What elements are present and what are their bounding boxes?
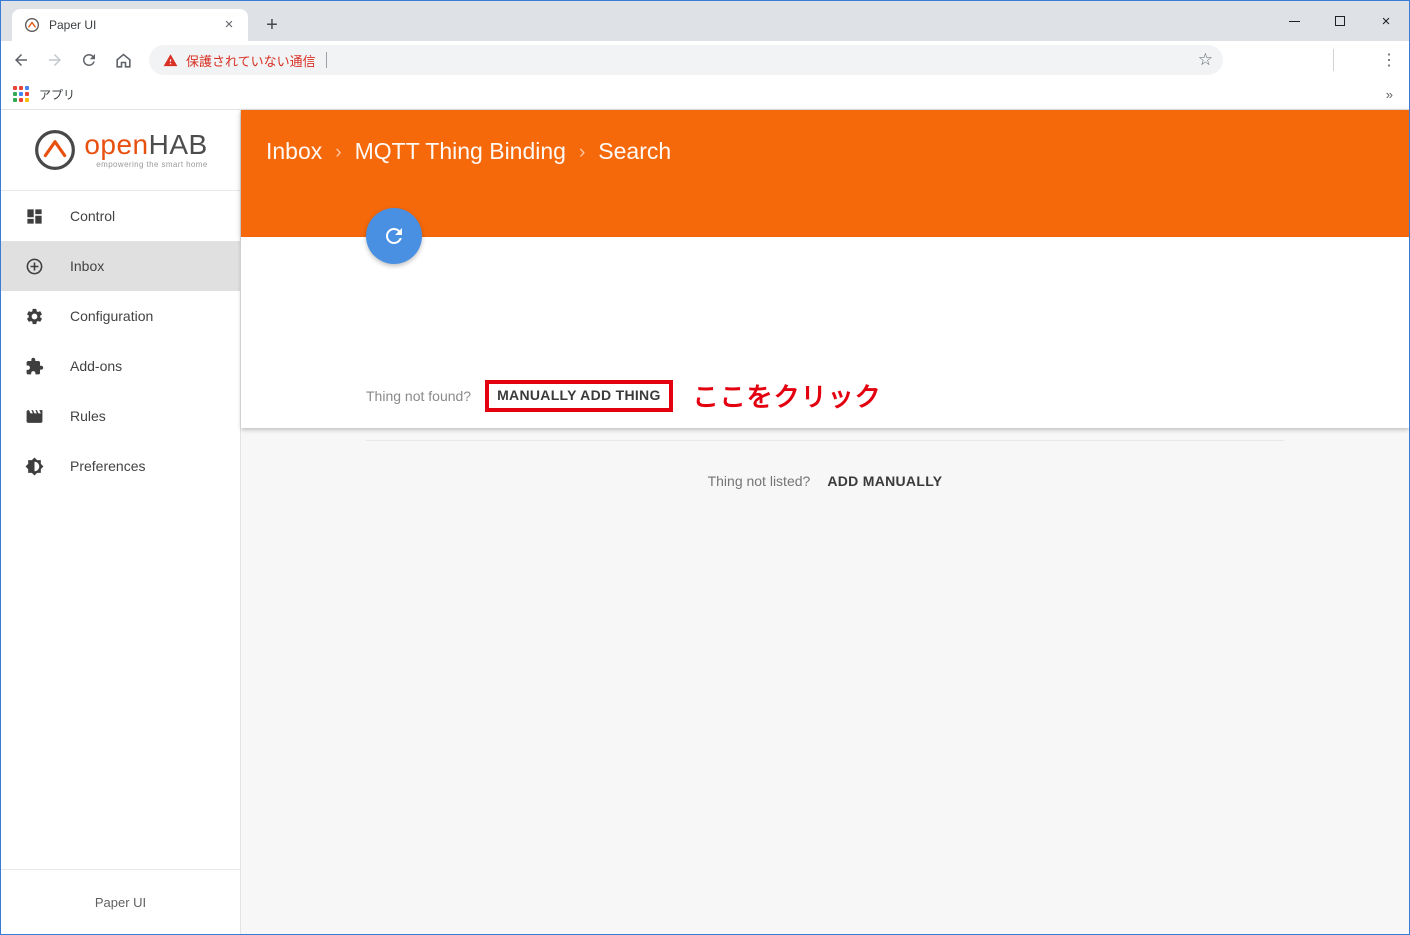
thing-not-listed-row: Thing not listed? ADD MANUALLY <box>241 473 1409 489</box>
sidebar-item-configuration[interactable]: Configuration <box>1 291 240 341</box>
bookmark-star-icon[interactable]: ☆ <box>1198 50 1213 70</box>
refresh-icon <box>386 228 402 244</box>
home-icon <box>115 53 131 68</box>
text-caret <box>325 52 327 68</box>
manually-add-thing-button[interactable]: MANUALLY ADD THING <box>497 387 661 403</box>
breadcrumb-separator-icon: › <box>578 141 586 163</box>
tab-title: Paper UI <box>49 18 97 32</box>
openhab-logo[interactable]: openHAB empowering the smart home <box>1 110 240 191</box>
back-button[interactable] <box>7 46 35 74</box>
maximize-button[interactable] <box>1317 1 1363 41</box>
main-content: Inbox › MQTT Thing Binding › Search Thin… <box>241 110 1409 934</box>
browser-toolbar: 保護されていない通信 ☆ ⋮ <box>1 41 1409 79</box>
inbox-icon <box>26 258 43 274</box>
brightness-icon <box>25 457 44 475</box>
breadcrumb-separator-icon: › <box>335 141 342 163</box>
tab-close-icon[interactable]: × <box>220 16 238 34</box>
brand-name: openHAB <box>84 129 208 160</box>
apps-shortcut[interactable]: アプリ <box>39 86 75 103</box>
minimize-button[interactable] <box>1271 1 1317 41</box>
bookmarks-overflow-icon[interactable]: » <box>1386 87 1393 102</box>
breadcrumb-mqtt-binding[interactable]: MQTT Thing Binding <box>355 138 566 165</box>
annotation-highlight-box: MANUALLY ADD THING <box>485 379 673 412</box>
brand-tagline: empowering the smart home <box>96 160 208 169</box>
search-results-card: Thing not found? MANUALLY ADD THING ここをク… <box>241 208 1409 489</box>
browser-menu-button[interactable]: ⋮ <box>1375 46 1403 74</box>
openhab-favicon-icon <box>25 18 39 32</box>
sidebar-item-rules[interactable]: Rules <box>1 391 240 441</box>
browser-tab[interactable]: Paper UI × <box>12 9 248 41</box>
not-listed-label: Thing not listed? <box>707 473 811 489</box>
breadcrumb: Inbox › MQTT Thing Binding › Search <box>266 138 671 165</box>
sidebar-item-inbox[interactable]: Inbox <box>1 241 240 291</box>
forward-icon <box>49 54 61 66</box>
minimize-icon <box>1288 20 1300 22</box>
sidebar-item-control[interactable]: Control <box>1 191 240 241</box>
new-tab-button[interactable]: + <box>259 13 285 39</box>
openhab-logo-icon <box>35 130 76 170</box>
close-icon: × <box>1381 12 1391 30</box>
movie-icon <box>26 409 43 423</box>
maximize-icon <box>1335 16 1345 26</box>
window-controls: × <box>1271 1 1409 41</box>
address-bar[interactable]: 保護されていない通信 ☆ <box>149 45 1223 75</box>
apps-grid-icon[interactable] <box>13 86 29 102</box>
click-here-annotation: ここをクリック <box>692 382 882 412</box>
thing-not-found-row: Thing not found? MANUALLY ADD THING ここをク… <box>366 377 882 414</box>
not-found-label: Thing not found? <box>366 387 472 404</box>
add-manually-button[interactable]: ADD MANUALLY <box>827 473 942 489</box>
security-warning-text[interactable]: 保護されていない通信 <box>186 51 316 70</box>
refresh-fab-button[interactable] <box>366 208 422 264</box>
home-button[interactable] <box>109 46 137 74</box>
browser-window: Paper UI × + × 保護されていない通信 ☆ ⋮ アプリ » open… <box>0 0 1410 935</box>
sidebar: openHAB empowering the smart home Contro… <box>1 110 241 934</box>
reload-icon <box>83 54 95 66</box>
sidebar-item-addons[interactable]: Add-ons <box>1 341 240 391</box>
sidebar-item-preferences[interactable]: Preferences <box>1 441 240 491</box>
gear-icon <box>27 308 42 324</box>
sidebar-footer-label: Paper UI <box>94 894 147 910</box>
puzzle-icon <box>26 357 44 374</box>
security-warning-icon <box>163 53 178 66</box>
dashboard-icon <box>27 208 42 224</box>
breadcrumb-search[interactable]: Search <box>598 138 671 165</box>
forward-button[interactable] <box>41 46 69 74</box>
breadcrumb-inbox[interactable]: Inbox <box>266 138 322 165</box>
browser-titlebar: Paper UI × + × <box>1 1 1409 41</box>
reload-button[interactable] <box>75 46 103 74</box>
card-divider <box>366 440 1284 441</box>
bookmarks-bar: アプリ » <box>1 79 1409 110</box>
back-icon <box>15 54 27 66</box>
sidebar-footer: Paper UI <box>1 869 240 934</box>
toolbar-divider <box>1333 49 1334 71</box>
close-button[interactable]: × <box>1363 1 1409 41</box>
